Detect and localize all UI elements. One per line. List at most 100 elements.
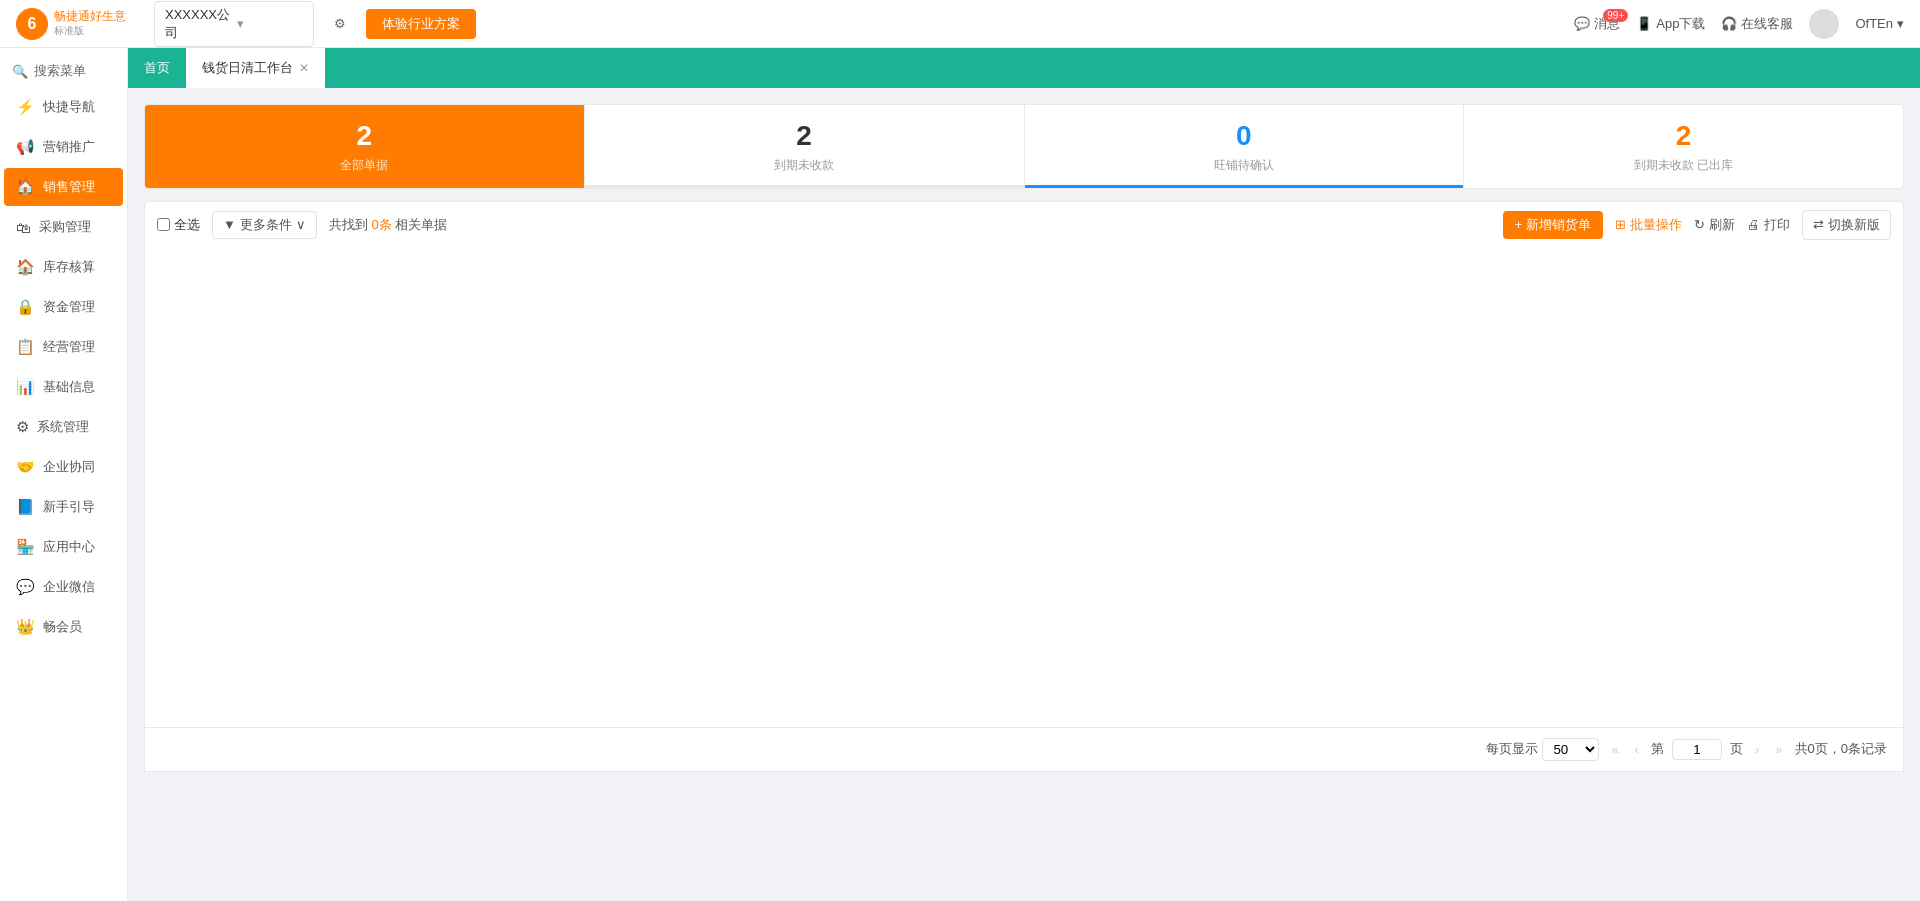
print-button[interactable]: 🖨 打印 [1747, 216, 1790, 234]
next-page-button[interactable]: › [1751, 740, 1763, 759]
page-label: 第 [1651, 740, 1664, 758]
message-button[interactable]: 💬 消息 99+ [1574, 15, 1620, 33]
found-text: 共找到 0条 相关单据 [329, 216, 447, 234]
quick-nav-icon: ⚡ [16, 98, 35, 116]
switch-label: 切换新版 [1828, 216, 1880, 234]
app-name: 畅捷通好生意 [54, 9, 126, 25]
app-download-label: App下载 [1656, 15, 1705, 33]
toolbar: 全选 ▼ 更多条件 ∨ 共找到 0条 相关单据 + 新增销货单 ⊞ 批量操作 ↻… [144, 201, 1904, 248]
sidebar-item-label: 新手引导 [43, 498, 95, 516]
sidebar-item-label: 快捷导航 [43, 98, 95, 116]
operation-icon: 📋 [16, 338, 35, 356]
headset-icon: 🎧 [1721, 16, 1737, 31]
sidebar-item-purchase[interactable]: 🛍 采购管理 [4, 208, 123, 246]
page-input[interactable] [1672, 739, 1722, 760]
chevron-down-icon: ▾ [237, 16, 303, 31]
sidebar-item-operation[interactable]: 📋 经营管理 [4, 328, 123, 366]
user-name[interactable]: OfTEn ▾ [1855, 16, 1904, 31]
total-records-label: 共0页，0条记录 [1795, 740, 1887, 758]
refresh-button[interactable]: ↻ 刷新 [1694, 216, 1735, 234]
filter-button[interactable]: ▼ 更多条件 ∨ [212, 211, 317, 239]
settings-button[interactable]: ⚙ [324, 8, 356, 40]
batch-operation-button[interactable]: ⊞ 批量操作 [1615, 216, 1682, 234]
tab-close-icon[interactable]: ✕ [299, 61, 309, 75]
table-empty-message [145, 248, 1903, 668]
company-selector[interactable]: XXXXXX公司 ▾ [154, 1, 314, 47]
user-chevron-icon: ▾ [1897, 16, 1904, 31]
sidebar-item-label: 库存核算 [43, 258, 95, 276]
experience-button[interactable]: 体验行业方案 [366, 9, 476, 39]
page-size-control: 每页显示 50 10 20 100 [1486, 738, 1599, 761]
sidebar-item-label: 经营管理 [43, 338, 95, 356]
sidebar-item-label: 系统管理 [37, 418, 89, 436]
nav-tab-money-daily[interactable]: 钱货日清工作台 ✕ [186, 48, 325, 88]
sidebar-item-label: 营销推广 [43, 138, 95, 156]
stat-card-pending[interactable]: 0 旺铺待确认 [1025, 105, 1465, 188]
stat-overdue-number: 2 [605, 119, 1004, 153]
nav-tab-home[interactable]: 首页 [128, 48, 186, 88]
nav-tabs-bar: 首页 钱货日清工作台 ✕ [128, 48, 1920, 88]
sidebar-item-label: 应用中心 [43, 538, 95, 556]
filter-icon: ▼ [223, 217, 236, 232]
page-size-selector[interactable]: 50 10 20 100 [1542, 738, 1599, 761]
sidebar-item-wechat[interactable]: 💬 企业微信 [4, 568, 123, 606]
main-content: 2 全部单据 2 到期未收款 0 旺铺待确认 2 到期未收款 已出库 全选 ▼ [128, 88, 1920, 901]
page-size-label: 每页显示 [1486, 740, 1538, 758]
stat-all-label: 全部单据 [165, 157, 564, 174]
sidebar-item-inventory[interactable]: 🏠 库存核算 [4, 248, 123, 286]
sidebar-item-beginner[interactable]: 📘 新手引导 [4, 488, 123, 526]
sidebar-item-label: 企业协同 [43, 458, 95, 476]
system-icon: ⚙ [16, 418, 29, 436]
user-display-name: OfTEn [1855, 16, 1893, 31]
sidebar-item-basic-info[interactable]: 📊 基础信息 [4, 368, 123, 406]
sidebar-search-button[interactable]: 🔍 搜索菜单 [0, 56, 127, 86]
sidebar-item-finance[interactable]: 🔒 资金管理 [4, 288, 123, 326]
sidebar-item-label: 采购管理 [39, 218, 91, 236]
stat-card-all[interactable]: 2 全部单据 [145, 105, 585, 188]
inventory-icon: 🏠 [16, 258, 35, 276]
beginner-icon: 📘 [16, 498, 35, 516]
select-all-input[interactable] [157, 218, 170, 231]
basic-info-icon: 📊 [16, 378, 35, 396]
first-page-button[interactable]: « [1607, 740, 1622, 759]
stat-pending-number: 0 [1045, 119, 1444, 153]
sidebar-item-label: 销售管理 [43, 178, 95, 196]
online-service-button[interactable]: 🎧 在线客服 [1721, 15, 1793, 33]
app-logo-icon: 6 [16, 8, 48, 40]
select-all-checkbox[interactable]: 全选 [157, 216, 200, 234]
sidebar-item-label: 基础信息 [43, 378, 95, 396]
new-sales-order-button[interactable]: + 新增销货单 [1503, 211, 1603, 239]
company-name: XXXXXX公司 [165, 6, 231, 42]
stat-card-overdue[interactable]: 2 到期未收款 [585, 105, 1025, 188]
print-icon: 🖨 [1747, 217, 1760, 232]
sidebar-item-label: 畅会员 [43, 618, 82, 636]
last-page-button[interactable]: » [1771, 740, 1786, 759]
money-daily-tab-label: 钱货日清工作台 [202, 59, 293, 77]
sales-icon: 🏠 [16, 178, 35, 196]
header-left: 6 畅捷通好生意 标准版 XXXXXX公司 ▾ ⚙ 体验行业方案 [16, 1, 476, 47]
app-version: 标准版 [54, 24, 126, 38]
stat-card-overdue-out[interactable]: 2 到期未收款 已出库 [1464, 105, 1903, 188]
toolbar-left: 全选 ▼ 更多条件 ∨ 共找到 0条 相关单据 [157, 211, 447, 239]
user-avatar[interactable] [1809, 9, 1839, 39]
pagination-bar: 每页显示 50 10 20 100 « ‹ 第 页 › » 共0页，0条记录 [144, 728, 1904, 772]
sidebar-item-enterprise[interactable]: 🤝 企业协同 [4, 448, 123, 486]
prev-page-button[interactable]: ‹ [1631, 740, 1643, 759]
sidebar-item-marketing[interactable]: 📢 营销推广 [4, 128, 123, 166]
message-icon: 💬 [1574, 16, 1590, 31]
sidebar-item-app-center[interactable]: 🏪 应用中心 [4, 528, 123, 566]
stat-pending-label: 旺铺待确认 [1045, 157, 1444, 174]
app-download-button[interactable]: 📱 App下载 [1636, 15, 1705, 33]
sidebar-item-member[interactable]: 👑 畅会员 [4, 608, 123, 646]
filter-label: 更多条件 [240, 216, 292, 234]
stat-overdue-out-label: 到期未收款 已出库 [1484, 157, 1883, 174]
enterprise-icon: 🤝 [16, 458, 35, 476]
sidebar-item-sales[interactable]: 🏠 销售管理 [4, 168, 123, 206]
message-badge: 99+ [1603, 9, 1628, 22]
sidebar-item-system[interactable]: ⚙ 系统管理 [4, 408, 123, 446]
logo-area: 6 畅捷通好生意 标准版 [16, 8, 144, 40]
sidebar-item-quick-nav[interactable]: ⚡ 快捷导航 [4, 88, 123, 126]
search-icon: 🔍 [12, 64, 28, 79]
switch-version-button[interactable]: ⇄ 切换新版 [1802, 210, 1891, 240]
member-icon: 👑 [16, 618, 35, 636]
